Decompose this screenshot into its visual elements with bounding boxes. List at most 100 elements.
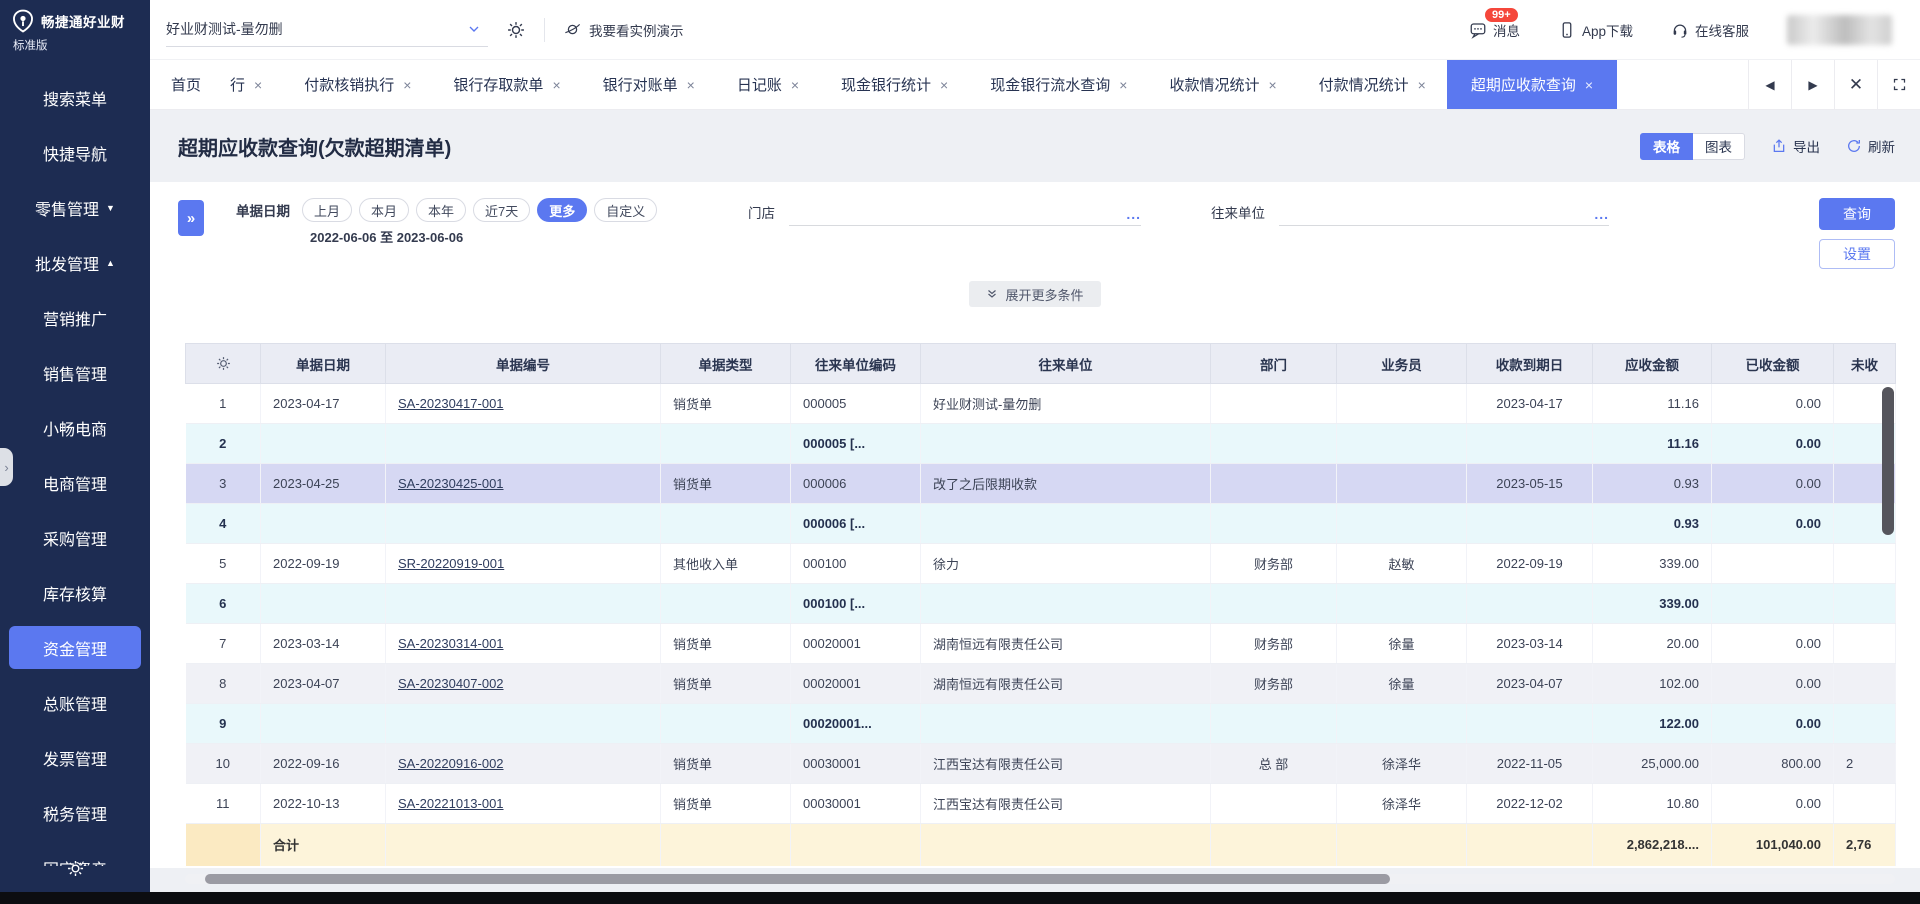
sidebar-item-purchase-mgmt[interactable]: 采购管理 xyxy=(0,510,150,565)
tab-home[interactable]: 首页 xyxy=(150,60,222,109)
app-download-link[interactable]: App下载 xyxy=(1558,20,1633,40)
sidebar-item-sales-mgmt[interactable]: 销售管理 xyxy=(0,345,150,400)
sidebar-item-wholesale-mgmt[interactable]: 批发管理 ▲ xyxy=(0,235,150,290)
table-row-10[interactable]: 10 2022-09-16 SA-20220916-002 销货单 00030001 江西… xyxy=(185,743,1896,784)
table-row-2[interactable]: 2 000005 [... 11.16 0.00 xyxy=(185,423,1896,464)
partner-picker-ellipsis-button[interactable]: ... xyxy=(1594,207,1609,225)
cell-partner_code: 000100 xyxy=(790,543,921,584)
table-row-9[interactable]: 9 00020001... 122.00 0.00 xyxy=(185,703,1896,744)
tab-cash-bank-flow[interactable]: 现金银行流水查询 × xyxy=(969,60,1148,109)
refresh-button[interactable]: 刷新 xyxy=(1846,136,1895,156)
col-header-received: 已收金额 xyxy=(1711,343,1834,384)
settings-gear-icon[interactable] xyxy=(506,20,526,40)
table-row-7[interactable]: 7 2023-03-14 SA-20230314-001 销货单 00020001 湖南恒… xyxy=(185,623,1896,664)
col-header-n[interactable] xyxy=(185,343,261,384)
doc-number-link[interactable]: SA-20220916-002 xyxy=(398,756,504,771)
close-icon[interactable]: × xyxy=(940,77,948,93)
column-settings-gear-icon[interactable] xyxy=(215,355,232,372)
brand-name: 畅捷通好业财 xyxy=(41,15,125,30)
date-pill-last-month[interactable]: 上月 xyxy=(302,198,353,222)
tab-payment-writeoff[interactable]: 付款核销执行 × xyxy=(283,60,432,109)
sidebar-item-marketing[interactable]: 营销推广 xyxy=(0,290,150,345)
account-selector[interactable]: 好业财测试-量勿删 xyxy=(166,13,488,47)
sidebar-item-general-ledger[interactable]: 总账管理 xyxy=(0,675,150,730)
tab-cash-bank-stats[interactable]: 现金银行统计 × xyxy=(820,60,969,109)
table-row-3[interactable]: 3 2023-04-25 SA-20230425-001 销货单 000006 改了之后限… xyxy=(185,463,1896,504)
tab-label: 现金银行流水查询 xyxy=(990,77,1111,94)
doc-number-link[interactable]: SA-20230407-002 xyxy=(398,676,504,691)
close-icon[interactable]: × xyxy=(1119,77,1127,93)
support-link[interactable]: 在线客服 xyxy=(1671,20,1749,40)
date-pill-custom[interactable]: 自定义 xyxy=(594,198,658,222)
close-all-tabs-button[interactable]: ✕ xyxy=(1834,60,1877,109)
close-icon[interactable]: × xyxy=(1585,77,1593,93)
date-pill-more[interactable]: 更多 xyxy=(537,198,588,222)
table-row-1[interactable]: 1 2023-04-17 SA-20230417-001 销货单 000005 好业财测试… xyxy=(185,383,1896,424)
tab-receipt-stats[interactable]: 收款情况统计 × xyxy=(1148,60,1297,109)
cell-n: 4 xyxy=(185,503,261,544)
table-row-11[interactable]: 11 2022-10-13 SA-20221013-001 销货单 00030001 江西… xyxy=(185,783,1896,824)
fullscreen-icon[interactable] xyxy=(1877,60,1920,109)
tab-payment-stats[interactable]: 付款情况统计 × xyxy=(1298,60,1447,109)
view-chart-button[interactable]: 图表 xyxy=(1693,132,1745,160)
date-pill-this-month[interactable]: 本月 xyxy=(359,198,410,222)
date-range-value[interactable]: 2022-06-06 至 2023-06-06 xyxy=(310,227,678,246)
tabs-scroll-left-button[interactable]: ◀ xyxy=(1748,60,1791,109)
close-icon[interactable]: × xyxy=(1418,77,1426,93)
sidebar-item-invoice-mgmt[interactable]: 发票管理 xyxy=(0,730,150,785)
cell-doc_type xyxy=(660,503,791,544)
cell-receivable: 2,862,218.... xyxy=(1592,823,1712,866)
close-icon[interactable]: × xyxy=(552,77,560,93)
doc-number-link[interactable]: SA-20230417-001 xyxy=(398,396,504,411)
table-row-8[interactable]: 8 2023-04-07 SA-20230407-002 销货单 00020001 湖南恒… xyxy=(185,663,1896,704)
demo-link[interactable]: 我要看实例演示 xyxy=(563,20,684,40)
doc-number-link[interactable]: SR-20220919-001 xyxy=(398,556,504,571)
close-icon[interactable]: × xyxy=(687,77,695,93)
close-icon[interactable]: × xyxy=(1268,77,1276,93)
sidebar-item-ecommerce-mgmt[interactable]: 电商管理 xyxy=(0,455,150,510)
cell-n: 9 xyxy=(185,703,261,744)
doc-number-link[interactable]: SA-20221013-001 xyxy=(398,796,504,811)
close-icon[interactable]: × xyxy=(403,77,411,93)
sidebar-item-retail-mgmt[interactable]: 零售管理 ▼ xyxy=(0,180,150,235)
table-row-total[interactable]: 合计 2,862,218.... 101,040.00 2,76 xyxy=(185,823,1896,866)
tab-journal[interactable]: 日记账 × xyxy=(716,60,820,109)
view-table-button[interactable]: 表格 xyxy=(1640,132,1693,160)
sidebar-item-funds-mgmt[interactable]: 资金管理 xyxy=(0,620,150,675)
doc-number-link[interactable]: SA-20230425-001 xyxy=(398,476,504,491)
doc-number-link[interactable]: SA-20230314-001 xyxy=(398,636,504,651)
collapse-filters-button[interactable]: » xyxy=(178,200,204,236)
date-pill-last-7-days[interactable]: 近7天 xyxy=(473,198,531,222)
horizontal-scrollbar-track[interactable] xyxy=(185,873,1895,884)
settings-button[interactable]: 设置 xyxy=(1819,239,1895,269)
expand-more-conditions-button[interactable]: 展开更多条件 xyxy=(969,281,1101,307)
vertical-scrollbar[interactable] xyxy=(1882,387,1894,535)
table-row-5[interactable]: 5 2022-09-19 SR-20220919-001 其他收入单 000100 徐力财… xyxy=(185,543,1896,584)
partner-input[interactable]: ... xyxy=(1279,198,1609,226)
panel-expand-handle[interactable]: › xyxy=(0,448,13,486)
sidebar-item-inventory-accounting[interactable]: 库存核算 xyxy=(0,565,150,620)
sidebar-item-search-menu[interactable]: 搜索菜单 xyxy=(0,70,150,125)
sidebar-item-tax-mgmt[interactable]: 税务管理 xyxy=(0,785,150,840)
query-button[interactable]: 查询 xyxy=(1819,198,1895,230)
user-account-blurred[interactable] xyxy=(1787,14,1892,45)
sidebar-item-xiaochang-ecommerce[interactable]: 小畅电商 xyxy=(0,400,150,455)
store-picker-ellipsis-button[interactable]: ... xyxy=(1126,207,1141,225)
store-input[interactable]: ... xyxy=(789,198,1141,226)
table-row-6[interactable]: 6 000100 [... 339.00 xyxy=(185,583,1896,624)
close-icon[interactable]: × xyxy=(254,77,262,93)
close-icon[interactable]: × xyxy=(791,77,799,93)
expand-row: 展开更多条件 xyxy=(150,281,1920,307)
sidebar-item-quick-nav[interactable]: 快捷导航 xyxy=(0,125,150,180)
tab-bank-statement[interactable]: 银行对账单 × xyxy=(582,60,716,109)
horizontal-scrollbar-thumb[interactable] xyxy=(205,873,1390,884)
tab-clipped-tab[interactable]: 行 × xyxy=(222,60,283,109)
tab-bank-deposit-withdrawal[interactable]: 银行存取款单 × xyxy=(432,60,581,109)
table-row-4[interactable]: 4 000006 [... 0.93 0.00 xyxy=(185,503,1896,544)
date-pill-this-year[interactable]: 本年 xyxy=(416,198,467,222)
tabs-scroll-right-button[interactable]: ▶ xyxy=(1791,60,1834,109)
export-button[interactable]: 导出 xyxy=(1771,136,1820,156)
messages-link[interactable]: 99+ 消息 xyxy=(1469,5,1520,40)
date-filter-label: 单据日期 xyxy=(236,204,290,219)
tab-overdue-receivables[interactable]: 超期应收款查询 × xyxy=(1446,60,1618,109)
